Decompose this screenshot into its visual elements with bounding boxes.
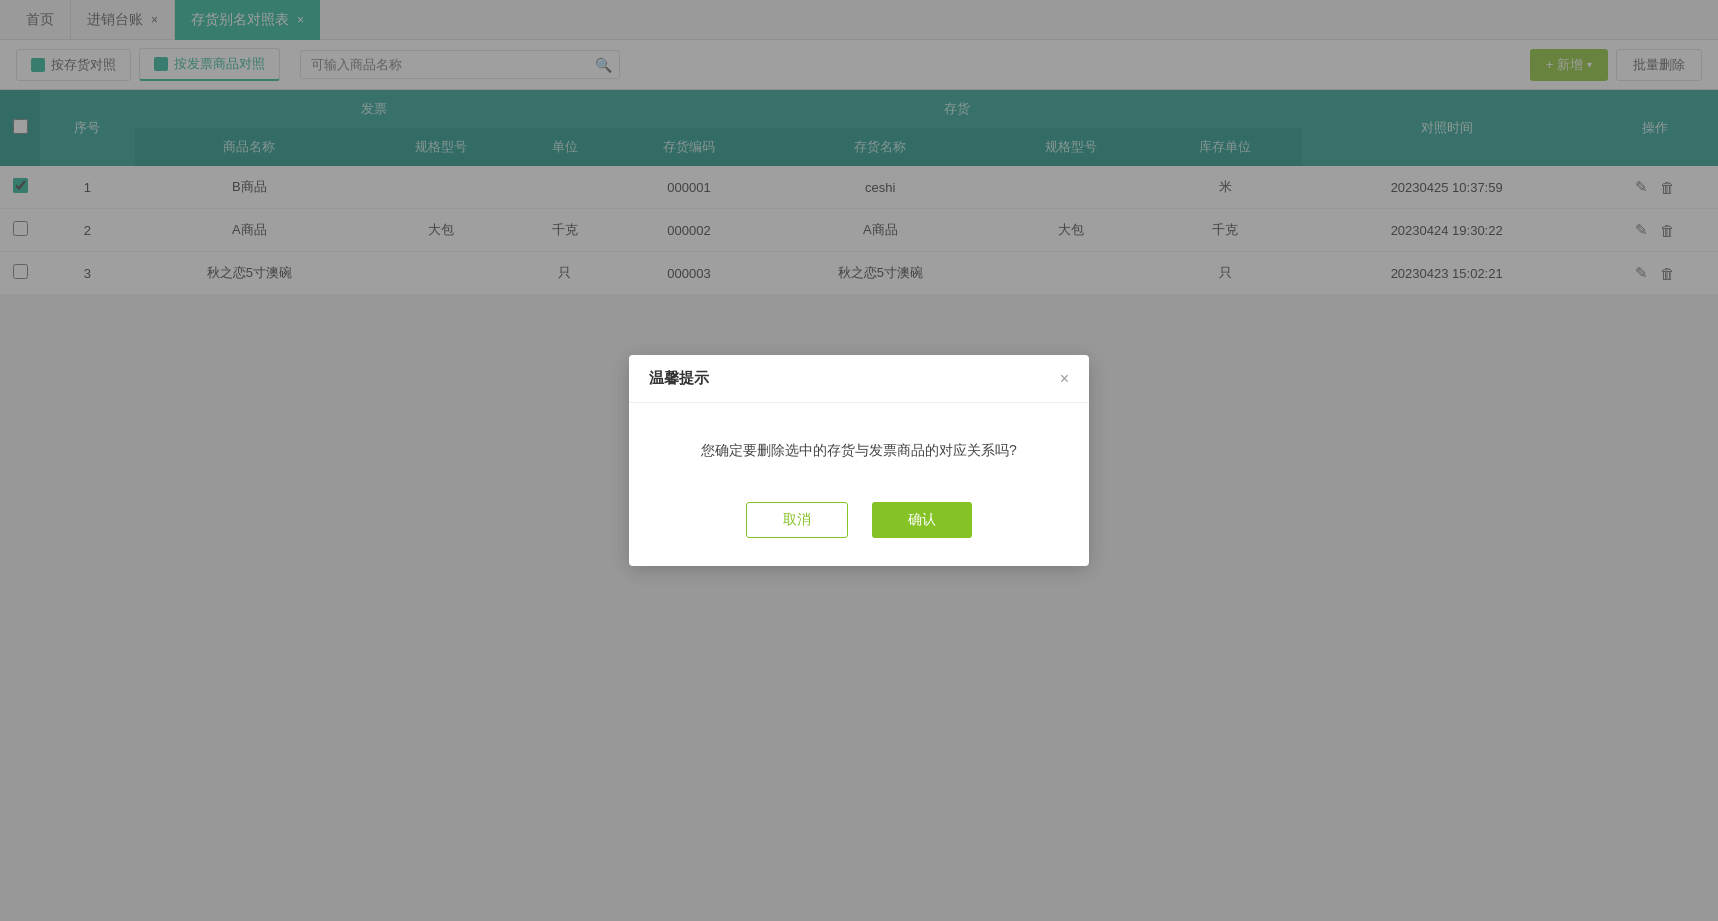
modal-overlay: 温馨提示 × 您确定要删除选中的存货与发票商品的对应关系吗? 取消 确认 bbox=[0, 0, 1718, 295]
